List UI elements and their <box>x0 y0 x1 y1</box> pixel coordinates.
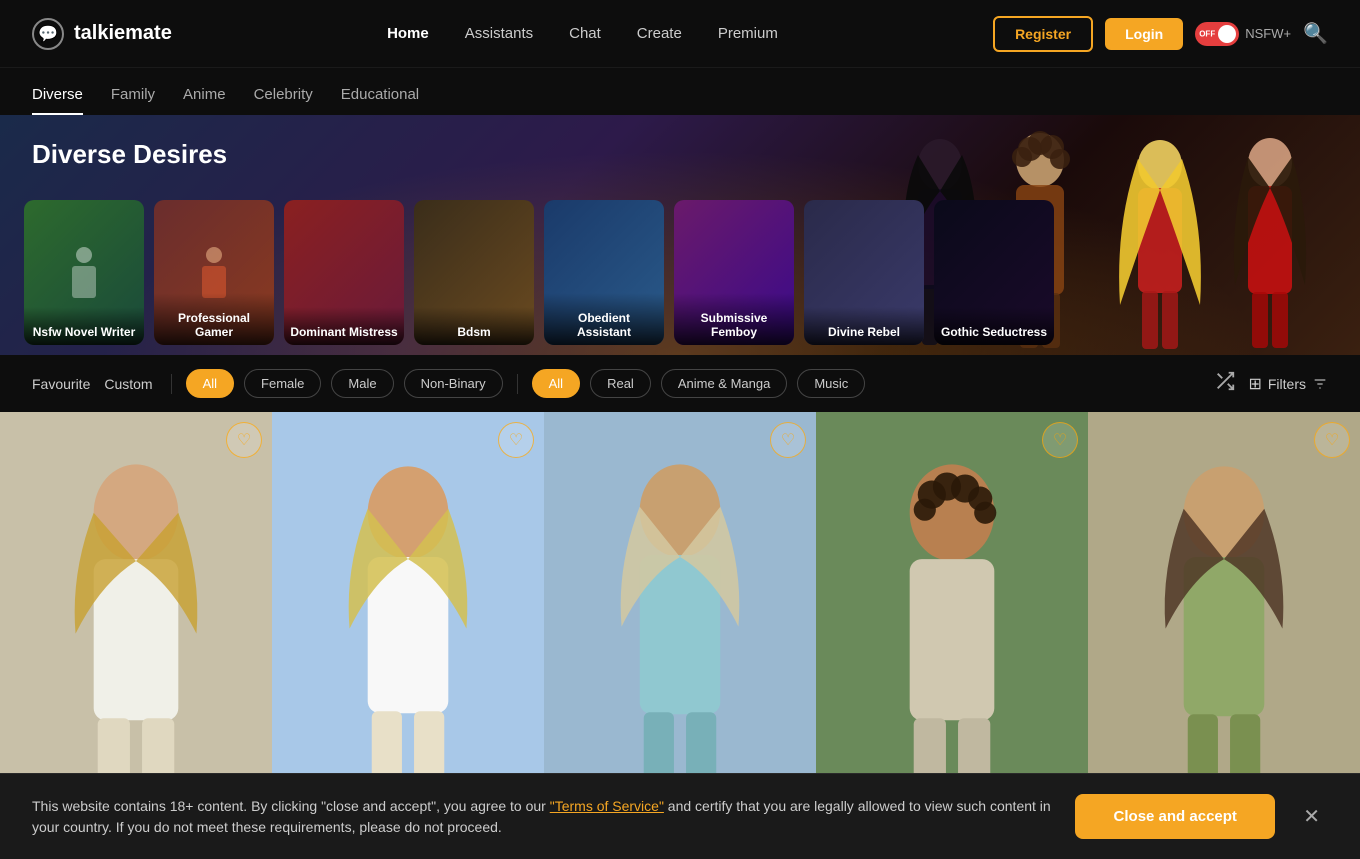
heart-5[interactable]: ♡ <box>1314 422 1350 458</box>
character-grid: ♡ ♡ <box>0 412 1360 790</box>
cookie-text: This website contains 18+ content. By cl… <box>32 796 1055 838</box>
nav-premium[interactable]: Premium <box>718 25 778 42</box>
header-right: Register Login NSFW+ 🔍 <box>993 16 1328 52</box>
nsfw-toggle-pill[interactable] <box>1195 22 1239 46</box>
header: 💬 talkiemate Home Assistants Chat Create… <box>0 0 1360 68</box>
heart-4[interactable]: ♡ <box>1042 422 1078 458</box>
banner-card-label-8: Gothic Seductress <box>934 307 1054 345</box>
banner-card-4[interactable]: Bdsm <box>414 200 534 345</box>
char-card-1-img <box>0 412 272 790</box>
filters-button[interactable]: ⊞ Filters <box>1248 374 1328 394</box>
banner-card-5[interactable]: Obedient Assistant <box>544 200 664 345</box>
cookie-close-button[interactable]: ✕ <box>1295 800 1328 833</box>
cat-tab-diverse[interactable]: Diverse <box>32 86 83 115</box>
filter-sep-2 <box>517 374 518 394</box>
banner-card-7[interactable]: Divine Rebel <box>804 200 924 345</box>
logo: 💬 talkiemate <box>32 18 172 50</box>
banner-card-label-4: Bdsm <box>414 307 534 345</box>
cookie-accept-button[interactable]: Close and accept <box>1075 794 1275 839</box>
shuffle-icon <box>1214 370 1236 392</box>
cookie-text-before: This website contains 18+ content. By cl… <box>32 798 550 814</box>
banner-card-6[interactable]: Submissive Femboy <box>674 200 794 345</box>
char-card-1[interactable]: ♡ <box>0 412 272 790</box>
heart-3[interactable]: ♡ <box>770 422 806 458</box>
char-card-2-img <box>272 412 544 790</box>
banner-cards: Nsfw Novel Writer Professional Gamer Dom… <box>24 200 1054 345</box>
banner-title: Diverse Desires <box>32 139 227 170</box>
char-card-5[interactable]: ♡ <box>1088 412 1360 790</box>
banner-card-label-1: Nsfw Novel Writer <box>24 307 144 345</box>
filter-female[interactable]: Female <box>244 369 321 398</box>
cat-tab-educational[interactable]: Educational <box>341 86 419 115</box>
banner: Diverse Desires <box>0 115 1360 355</box>
logo-icon: 💬 <box>32 18 64 50</box>
filter-right: ⊞ Filters <box>1214 370 1328 397</box>
login-button[interactable]: Login <box>1105 18 1183 50</box>
banner-card-3[interactable]: Dominant Mistress <box>284 200 404 345</box>
filter-all-1[interactable]: All <box>186 369 234 398</box>
char-card-3[interactable]: ♡ <box>544 412 816 790</box>
filter-real[interactable]: Real <box>590 369 651 398</box>
filters-label: Filters <box>1268 376 1306 392</box>
cookie-banner: This website contains 18+ content. By cl… <box>0 773 1360 859</box>
banner-card-label-6: Submissive Femboy <box>674 293 794 345</box>
banner-card-label-7: Divine Rebel <box>804 307 924 345</box>
banner-card-label-3: Dominant Mistress <box>284 307 404 345</box>
register-button[interactable]: Register <box>993 16 1093 52</box>
char-card-2[interactable]: ♡ <box>272 412 544 790</box>
filter-male[interactable]: Male <box>331 369 393 398</box>
category-tabs: Diverse Family Anime Celebrity Education… <box>0 68 1360 115</box>
cat-tab-anime[interactable]: Anime <box>183 86 226 115</box>
shuffle-button[interactable] <box>1214 370 1236 397</box>
heart-2[interactable]: ♡ <box>498 422 534 458</box>
cat-tab-celebrity[interactable]: Celebrity <box>254 86 313 115</box>
filter-anime[interactable]: Anime & Manga <box>661 369 788 398</box>
filter-all-2[interactable]: All <box>532 369 580 398</box>
heart-1[interactable]: ♡ <box>226 422 262 458</box>
nav-chat[interactable]: Chat <box>569 25 601 42</box>
banner-card-8[interactable]: Gothic Seductress <box>934 200 1054 345</box>
nav-home[interactable]: Home <box>387 25 429 42</box>
logo-text: talkiemate <box>74 22 172 45</box>
char-card-4[interactable]: ♡ <box>816 412 1088 790</box>
search-button[interactable]: 🔍 <box>1303 21 1328 46</box>
main-nav: Home Assistants Chat Create Premium <box>387 25 778 42</box>
cat-tab-family[interactable]: Family <box>111 86 155 115</box>
filters-icon: ⊞ <box>1248 374 1261 394</box>
toggle-knob <box>1218 25 1236 43</box>
char-card-5-img <box>1088 412 1360 790</box>
nav-assistants[interactable]: Assistants <box>465 25 533 42</box>
filter-sep-1 <box>171 374 172 394</box>
filter-favourite[interactable]: Favourite <box>32 376 90 392</box>
filter-bar: Favourite Custom All Female Male Non-Bin… <box>0 355 1360 412</box>
nsfw-label: NSFW+ <box>1245 26 1291 41</box>
banner-card-2[interactable]: Professional Gamer <box>154 200 274 345</box>
banner-card-1[interactable]: Nsfw Novel Writer <box>24 200 144 345</box>
filter-music[interactable]: Music <box>797 369 865 398</box>
char-card-3-img <box>544 412 816 790</box>
filter-lines-icon <box>1312 376 1328 392</box>
banner-card-label-2: Professional Gamer <box>154 293 274 345</box>
nsfw-toggle[interactable]: NSFW+ <box>1195 22 1291 46</box>
char-card-4-img <box>816 412 1088 790</box>
terms-link[interactable]: "Terms of Service" <box>550 798 664 814</box>
filter-nonbinary[interactable]: Non-Binary <box>404 369 503 398</box>
banner-card-label-5: Obedient Assistant <box>544 293 664 345</box>
nav-create[interactable]: Create <box>637 25 682 42</box>
filter-custom[interactable]: Custom <box>104 376 152 392</box>
